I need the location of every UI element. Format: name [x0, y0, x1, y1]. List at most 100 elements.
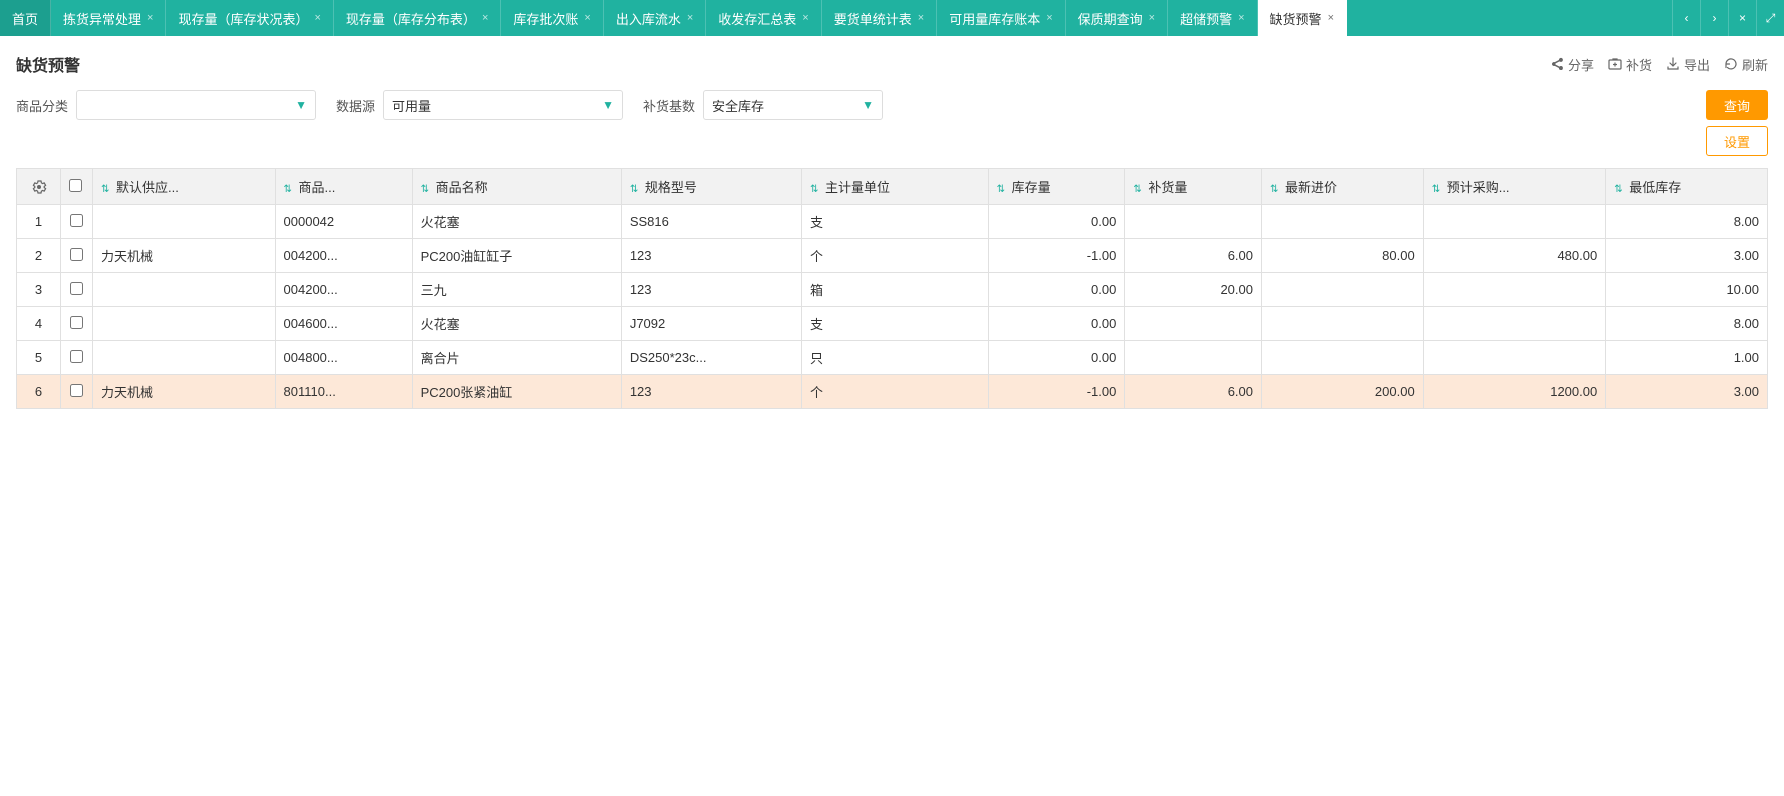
tab-5[interactable]: 出入库流水 ×: [604, 0, 706, 36]
tab-6[interactable]: 收发存汇总表 ×: [706, 0, 821, 36]
close-tab-10[interactable]: ×: [1238, 12, 1244, 24]
row-supplier: [93, 205, 276, 239]
tab-prev-button[interactable]: ‹: [1672, 0, 1700, 36]
close-tab-5[interactable]: ×: [687, 12, 693, 24]
share-button[interactable]: 分享: [1550, 55, 1594, 74]
row-est-purchase: 1200.00: [1423, 375, 1606, 409]
close-tab-1[interactable]: ×: [147, 12, 153, 24]
replenish-filter-group: 补货基数 安全库存 ▼: [643, 90, 883, 120]
main-content: 缺货预警 分享 补货: [0, 36, 1784, 796]
tab-11[interactable]: 缺货预警 ×: [1258, 0, 1347, 36]
tab-3[interactable]: 现存量（库存分布表） ×: [334, 0, 501, 36]
row-supplier: [93, 307, 276, 341]
refresh-button[interactable]: 刷新: [1724, 55, 1768, 74]
row-num: 6: [17, 375, 61, 409]
close-tab-6[interactable]: ×: [802, 12, 808, 24]
row-check[interactable]: [61, 205, 93, 239]
row-check[interactable]: [61, 239, 93, 273]
col-spec[interactable]: ⇅ 规格型号: [621, 169, 801, 205]
datasource-filter-group: 数据源 可用量 ▼: [336, 90, 623, 120]
col-stock[interactable]: ⇅ 库存量: [988, 169, 1125, 205]
select-all-checkbox[interactable]: [69, 179, 82, 192]
row-unit: 箱: [801, 273, 988, 307]
row-replenish: 20.00: [1125, 273, 1262, 307]
row-num: 2: [17, 239, 61, 273]
row-replenish: 6.00: [1125, 375, 1262, 409]
tab-fullscreen-button[interactable]: ⤢: [1756, 0, 1784, 36]
sort-latest-price-icon: ⇅: [1270, 184, 1278, 195]
export-icon: [1666, 57, 1680, 71]
gear-icon[interactable]: [25, 179, 52, 195]
row-check[interactable]: [61, 341, 93, 375]
close-tab-2[interactable]: ×: [314, 12, 320, 24]
close-tab-3[interactable]: ×: [482, 12, 488, 24]
category-select[interactable]: ▼: [76, 90, 316, 120]
row-supplier: 力天机械: [93, 239, 276, 273]
row-name: PC200张紧油缸: [412, 375, 621, 409]
tab-close-all-button[interactable]: ×: [1728, 0, 1756, 36]
close-tab-11[interactable]: ×: [1328, 12, 1334, 24]
col-min-stock[interactable]: ⇅ 最低库存: [1606, 169, 1768, 205]
col-supplier[interactable]: ⇅ 默认供应...: [93, 169, 276, 205]
row-stock: 0.00: [988, 205, 1125, 239]
row-check[interactable]: [61, 273, 93, 307]
col-latest-price[interactable]: ⇅ 最新进价: [1262, 169, 1424, 205]
sort-code-icon: ⇅: [284, 184, 292, 195]
tab-home[interactable]: 首页: [0, 0, 51, 36]
row-code: 801110...: [275, 375, 412, 409]
replenish-select[interactable]: 安全库存 ▼: [703, 90, 883, 120]
tab-1[interactable]: 拣货异常处理 ×: [51, 0, 166, 36]
row-replenish: [1125, 307, 1262, 341]
tab-next-button[interactable]: ›: [1700, 0, 1728, 36]
settings-button[interactable]: 设置: [1706, 126, 1768, 156]
tab-4[interactable]: 库存批次账 ×: [501, 0, 603, 36]
row-supplier: [93, 341, 276, 375]
close-tab-9[interactable]: ×: [1149, 12, 1155, 24]
row-stock: 0.00: [988, 273, 1125, 307]
col-name[interactable]: ⇅ 商品名称: [412, 169, 621, 205]
table-body: 1 0000042 火花塞 SS816 支 0.00 8.00 2 力天机械 0…: [17, 205, 1768, 409]
row-latest-price: [1262, 307, 1424, 341]
row-check[interactable]: [61, 307, 93, 341]
col-replenish[interactable]: ⇅ 补货量: [1125, 169, 1262, 205]
col-settings[interactable]: [17, 169, 61, 205]
tab-7[interactable]: 要货单统计表 ×: [822, 0, 937, 36]
datasource-label: 数据源: [336, 96, 375, 115]
sort-name-icon: ⇅: [421, 184, 429, 195]
datasource-select[interactable]: 可用量 ▼: [383, 90, 623, 120]
close-tab-8[interactable]: ×: [1046, 12, 1052, 24]
close-tab-7[interactable]: ×: [918, 12, 924, 24]
table-row: 3 004200... 三九 123 箱 0.00 20.00 10.00: [17, 273, 1768, 307]
query-button[interactable]: 查询: [1706, 90, 1768, 120]
replenish-button[interactable]: 补货: [1608, 55, 1652, 74]
row-supplier: [93, 273, 276, 307]
row-unit: 支: [801, 205, 988, 239]
tab-nav-buttons: ‹ › × ⤢: [1672, 0, 1784, 36]
row-min-stock: 1.00: [1606, 341, 1768, 375]
close-tab-4[interactable]: ×: [584, 12, 590, 24]
row-min-stock: 8.00: [1606, 205, 1768, 239]
row-check[interactable]: [61, 375, 93, 409]
row-replenish: 6.00: [1125, 239, 1262, 273]
col-unit[interactable]: ⇅ 主计量单位: [801, 169, 988, 205]
tab-2[interactable]: 现存量（库存状况表） ×: [166, 0, 333, 36]
sort-stock-icon: ⇅: [997, 184, 1005, 195]
tab-9[interactable]: 保质期查询 ×: [1066, 0, 1168, 36]
col-est-purchase[interactable]: ⇅ 预计采购...: [1423, 169, 1606, 205]
row-stock: -1.00: [988, 239, 1125, 273]
table-row: 6 力天机械 801110... PC200张紧油缸 123 个 -1.00 6…: [17, 375, 1768, 409]
export-button[interactable]: 导出: [1666, 55, 1710, 74]
table-row: 2 力天机械 004200... PC200油缸缸子 123 个 -1.00 6…: [17, 239, 1768, 273]
row-num: 5: [17, 341, 61, 375]
col-check[interactable]: [61, 169, 93, 205]
row-est-purchase: [1423, 205, 1606, 239]
sort-min-stock-icon: ⇅: [1614, 184, 1622, 195]
row-est-purchase: [1423, 307, 1606, 341]
page-header: 缺货预警 分享 补货: [16, 52, 1768, 76]
tab-10[interactable]: 超储预警 ×: [1168, 0, 1257, 36]
row-latest-price: [1262, 205, 1424, 239]
sort-spec-icon: ⇅: [630, 184, 638, 195]
row-name: 三九: [412, 273, 621, 307]
col-code[interactable]: ⇅ 商品...: [275, 169, 412, 205]
tab-8[interactable]: 可用量库存账本 ×: [937, 0, 1065, 36]
